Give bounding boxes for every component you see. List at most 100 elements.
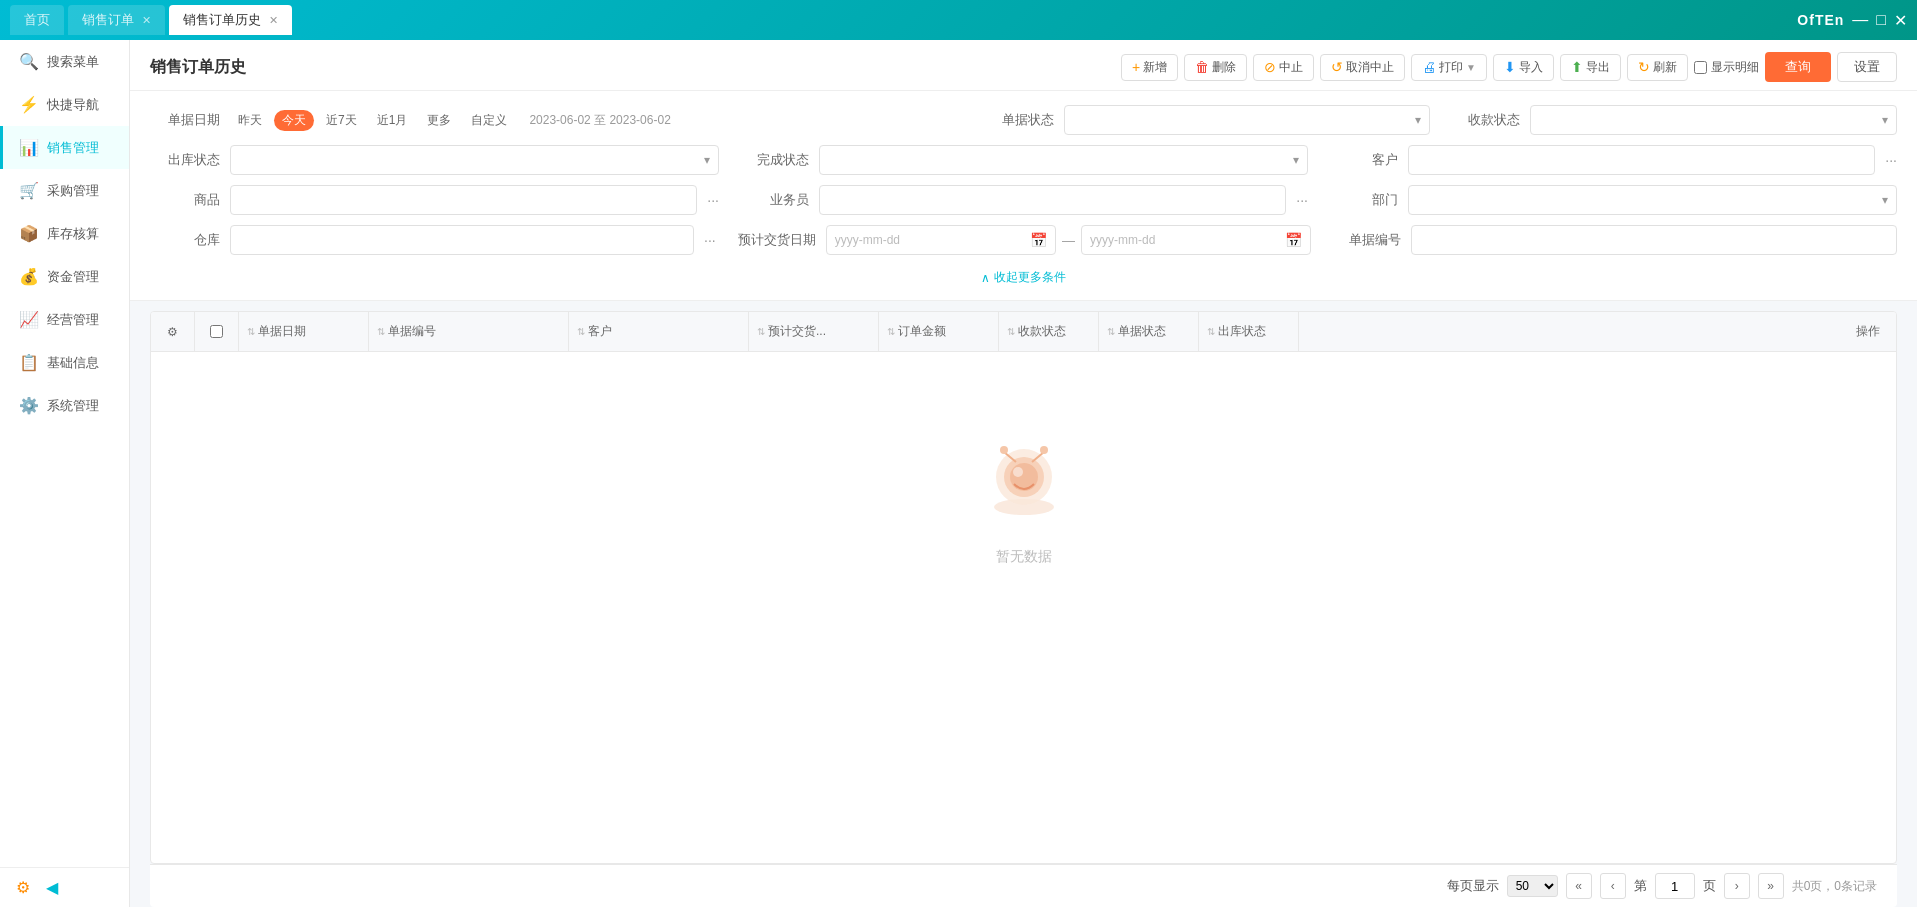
filter-field-complete-status: ▾ xyxy=(819,145,1308,175)
sidebar-item-search-menu[interactable]: 🔍 搜索菜单 xyxy=(0,40,129,83)
th-delivery-sort-icon[interactable]: ⇅ xyxy=(757,326,765,337)
th-date-sort-icon[interactable]: ⇅ xyxy=(247,326,255,337)
th-outbound: ⇅ 出库状态 xyxy=(1199,312,1299,351)
date-chip-yesterday[interactable]: 昨天 xyxy=(230,110,270,131)
receipt-status-select[interactable]: ▾ xyxy=(1530,105,1897,135)
salesperson-dots-btn[interactable]: ··· xyxy=(1296,192,1308,208)
filter-label-customer: 客户 xyxy=(1328,151,1408,169)
page-size-select[interactable]: 50 10 20 100 xyxy=(1507,875,1558,897)
warehouse-dots-btn[interactable]: ··· xyxy=(704,232,716,248)
window-minimize-btn[interactable]: — xyxy=(1852,11,1868,29)
th-customer-sort-icon[interactable]: ⇅ xyxy=(577,326,585,337)
sidebar-item-finance-mgmt[interactable]: 💰 资金管理 xyxy=(0,255,129,298)
date-chip-today[interactable]: 今天 xyxy=(274,110,314,131)
complete-status-select[interactable]: ▾ xyxy=(819,145,1308,175)
page-total: 共0页，0条记录 xyxy=(1792,878,1877,895)
sidebar-item-purchase-mgmt[interactable]: 🛒 采购管理 xyxy=(0,169,129,212)
th-no-sort-icon[interactable]: ⇅ xyxy=(377,326,385,337)
delivery-date-start-placeholder: yyyy-mm-dd xyxy=(835,233,900,247)
display-toggle[interactable]: 显示明细 xyxy=(1694,59,1759,76)
next-page-button[interactable]: › xyxy=(1724,873,1750,899)
th-amount-sort-icon[interactable]: ⇅ xyxy=(887,326,895,337)
sidebar-bottom: ⚙ ◀ xyxy=(0,867,129,907)
goods-dots-btn[interactable]: ··· xyxy=(707,192,719,208)
delivery-date-end-cal-icon[interactable]: 📅 xyxy=(1285,232,1302,248)
filter-label-bill-status: 单据状态 xyxy=(984,111,1064,129)
th-outbound-sort-icon[interactable]: ⇅ xyxy=(1207,326,1215,337)
refresh-button[interactable]: ↻ 刷新 xyxy=(1627,54,1688,81)
th-receipt-sort-icon[interactable]: ⇅ xyxy=(1007,326,1015,337)
tab-sales-order[interactable]: 销售订单 ✕ xyxy=(68,5,165,35)
dept-select[interactable]: ▾ xyxy=(1408,185,1897,215)
salesperson-input[interactable] xyxy=(819,185,1286,215)
query-button[interactable]: 查询 xyxy=(1765,52,1831,82)
first-page-button[interactable]: « xyxy=(1566,873,1592,899)
bill-no-input[interactable] xyxy=(1411,225,1897,255)
refresh-label: 刷新 xyxy=(1653,59,1677,76)
tab-home-label: 首页 xyxy=(24,11,50,29)
window-maximize-btn[interactable]: □ xyxy=(1876,11,1886,29)
date-chip-1month[interactable]: 近1月 xyxy=(369,110,416,131)
date-chip-7days[interactable]: 近7天 xyxy=(318,110,365,131)
display-toggle-checkbox[interactable] xyxy=(1694,61,1707,74)
delivery-date-start-cal-icon[interactable]: 📅 xyxy=(1030,232,1047,248)
sidebar-item-inventory-mgmt[interactable]: 📦 库存核算 xyxy=(0,212,129,255)
th-check[interactable] xyxy=(195,312,239,351)
filter-label-dept: 部门 xyxy=(1328,191,1408,209)
sidebar-item-sys-mgmt[interactable]: ⚙️ 系统管理 xyxy=(0,384,129,427)
sidebar-item-quick-nav-label: 快捷导航 xyxy=(47,96,99,114)
empty-text: 暂无数据 xyxy=(996,548,1052,566)
goods-input[interactable] xyxy=(230,185,697,215)
page-word: 第 xyxy=(1634,877,1647,895)
th-amount-label: 订单金额 xyxy=(898,323,946,340)
sidebar-collapse-icon[interactable]: ◀ xyxy=(46,878,58,897)
stop-icon: ⊘ xyxy=(1264,59,1276,75)
last-page-button[interactable]: » xyxy=(1758,873,1784,899)
date-chip-custom[interactable]: 自定义 xyxy=(463,110,515,131)
th-delivery: ⇅ 预计交货... xyxy=(749,312,879,351)
tab-sales-order-history-close[interactable]: ✕ xyxy=(269,14,278,27)
delete-button[interactable]: 🗑 删除 xyxy=(1184,54,1247,81)
select-all-checkbox[interactable] xyxy=(210,325,223,338)
window-close-btn[interactable]: ✕ xyxy=(1894,11,1907,30)
collapse-label: 收起更多条件 xyxy=(994,269,1066,286)
tab-home[interactable]: 首页 xyxy=(10,5,64,35)
table-area: ⚙ ⇅ 单据日期 ⇅ 单据编号 ⇅ 客户 ⇅ xyxy=(150,311,1897,864)
table-empty-state: 暂无数据 xyxy=(151,352,1896,626)
filter-label-salesperson: 业务员 xyxy=(739,191,819,209)
sidebar-item-sales-mgmt[interactable]: 📊 销售管理 xyxy=(0,126,129,169)
stop-button[interactable]: ⊘ 中止 xyxy=(1253,54,1314,81)
collapse-bar[interactable]: ∧ 收起更多条件 xyxy=(150,265,1897,286)
bill-status-select[interactable]: ▾ xyxy=(1064,105,1431,135)
delivery-date-start[interactable]: yyyy-mm-dd 📅 xyxy=(826,225,1056,255)
tab-sales-order-close[interactable]: ✕ xyxy=(142,14,151,27)
customer-dots-btn[interactable]: ··· xyxy=(1885,152,1897,168)
table-footer: 每页显示 50 10 20 100 « ‹ 第 页 › » 共0页，0条记录 xyxy=(150,864,1897,907)
main-layout: 🔍 搜索菜单 ⚡ 快捷导航 📊 销售管理 🛒 采购管理 📦 库存核算 💰 资金管… xyxy=(0,40,1917,907)
delivery-date-end[interactable]: yyyy-mm-dd 📅 xyxy=(1081,225,1311,255)
cancel-stop-button[interactable]: ↺ 取消中止 xyxy=(1320,54,1405,81)
tab-sales-order-history[interactable]: 销售订单历史 ✕ xyxy=(169,5,292,35)
sidebar-settings-icon[interactable]: ⚙ xyxy=(16,878,30,897)
export-button[interactable]: ⬆ 导出 xyxy=(1560,54,1621,81)
sidebar-item-quick-nav[interactable]: ⚡ 快捷导航 xyxy=(0,83,129,126)
th-outbound-label: 出库状态 xyxy=(1218,323,1266,340)
page-number-input[interactable] xyxy=(1655,873,1695,899)
date-chip-more[interactable]: 更多 xyxy=(419,110,459,131)
new-button[interactable]: + 新增 xyxy=(1121,54,1178,81)
th-gear[interactable]: ⚙ xyxy=(151,312,195,351)
sidebar-item-ops-mgmt[interactable]: 📈 经营管理 xyxy=(0,298,129,341)
th-status-sort-icon[interactable]: ⇅ xyxy=(1107,326,1115,337)
warehouse-input[interactable] xyxy=(230,225,694,255)
outbound-status-select[interactable]: ▾ xyxy=(230,145,719,175)
refresh-icon: ↻ xyxy=(1638,59,1650,75)
print-button[interactable]: 🖨 打印 ▼ xyxy=(1411,54,1487,81)
setting-button[interactable]: 设置 xyxy=(1837,52,1897,82)
top-bar: 首页 销售订单 ✕ 销售订单历史 ✕ OfTEn — □ ✕ xyxy=(0,0,1917,40)
filter-field-dept: ▾ xyxy=(1408,185,1897,215)
import-button[interactable]: ⬇ 导入 xyxy=(1493,54,1554,81)
th-status: ⇅ 单据状态 xyxy=(1099,312,1199,351)
sidebar-item-basic-info[interactable]: 📋 基础信息 xyxy=(0,341,129,384)
prev-page-button[interactable]: ‹ xyxy=(1600,873,1626,899)
customer-input[interactable] xyxy=(1408,145,1875,175)
